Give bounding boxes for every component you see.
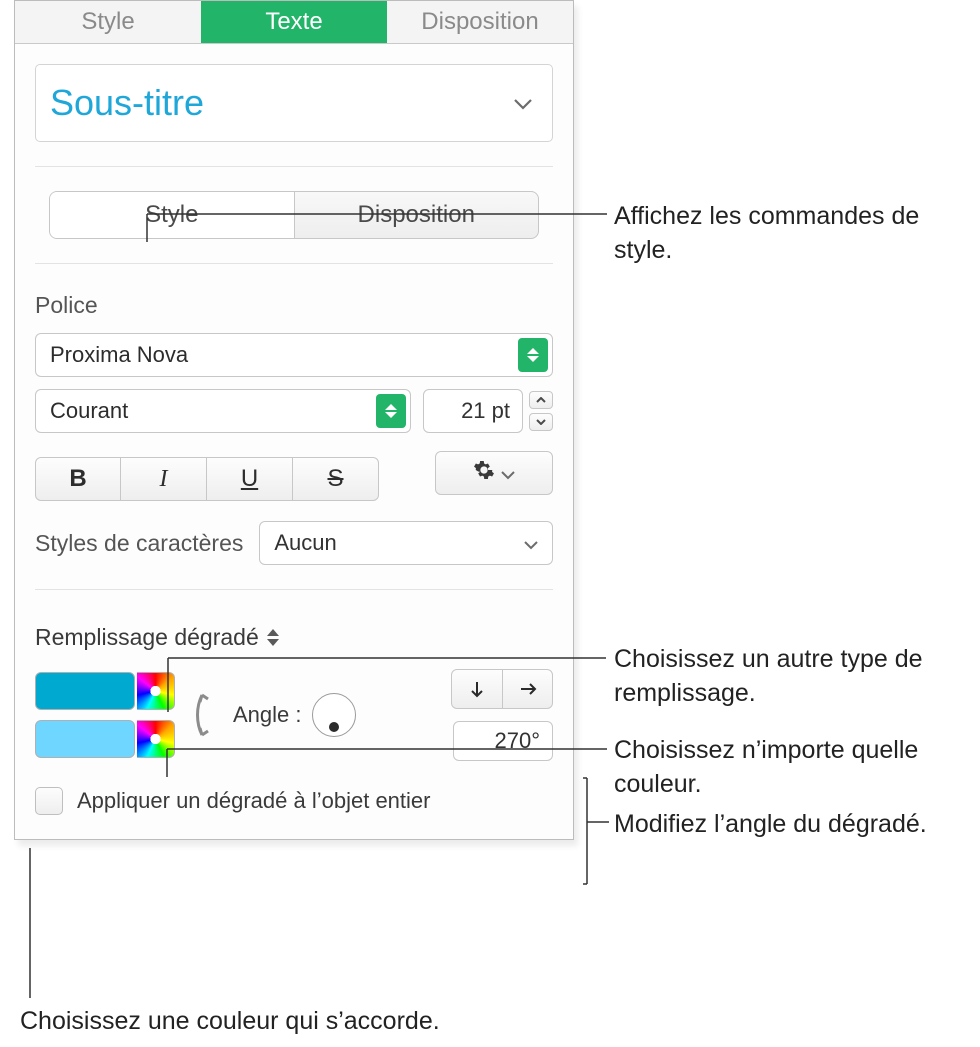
character-styles-label: Styles de caractères bbox=[35, 530, 243, 557]
italic-button[interactable]: I bbox=[121, 457, 207, 501]
gear-icon bbox=[473, 459, 495, 488]
apply-whole-object-checkbox[interactable] bbox=[35, 787, 63, 815]
font-size-value: 21 pt bbox=[461, 398, 510, 424]
font-size-stepper bbox=[529, 391, 553, 431]
gradient-swatches bbox=[35, 672, 175, 758]
chevron-down-icon bbox=[524, 530, 538, 556]
stepper-down[interactable] bbox=[529, 413, 553, 431]
tab-texte[interactable]: Texte bbox=[201, 1, 387, 43]
fill-type-select[interactable]: Remplissage dégradé bbox=[35, 624, 279, 651]
chevron-down-icon bbox=[514, 89, 532, 117]
tab-style[interactable]: Style bbox=[15, 1, 201, 43]
strikethrough-button[interactable]: S bbox=[293, 457, 379, 501]
callout-match-color: Choisissez une couleur qui s’accorde. bbox=[20, 1005, 560, 1039]
callout-lead bbox=[147, 202, 609, 251]
typeface-value: Courant bbox=[50, 398, 128, 424]
updown-green-icon bbox=[518, 338, 548, 372]
updown-green-icon bbox=[376, 394, 406, 428]
updown-caret-icon bbox=[267, 629, 279, 646]
callout-fill-type: Choisissez un autre type de remplissage. bbox=[614, 643, 974, 711]
typeface-select[interactable]: Courant bbox=[35, 389, 411, 433]
advanced-options-button[interactable] bbox=[435, 451, 553, 495]
callout-lead bbox=[167, 747, 609, 788]
callout-angle: Modifiez l’angle du dégradé. bbox=[614, 808, 979, 842]
underline-button[interactable]: U bbox=[207, 457, 293, 501]
character-styles-value: Aucun bbox=[274, 530, 336, 556]
divider bbox=[35, 166, 553, 167]
gradient-color-1-swatch[interactable] bbox=[35, 672, 135, 710]
callout-lead bbox=[168, 656, 608, 723]
callout-lead bbox=[583, 778, 613, 895]
paragraph-style-label: Sous-titre bbox=[50, 82, 204, 124]
divider bbox=[35, 589, 553, 590]
font-section-label: Police bbox=[35, 292, 553, 319]
character-styles-select[interactable]: Aucun bbox=[259, 521, 553, 565]
bold-button[interactable]: B bbox=[35, 457, 121, 501]
gradient-color-2-swatch[interactable] bbox=[35, 720, 135, 758]
callout-any-color: Choisissez n’importe quelle couleur. bbox=[614, 734, 974, 802]
callout-style-controls: Affichez les commandes de style. bbox=[614, 200, 964, 268]
apply-whole-object-label: Appliquer un dégradé à l’objet entier bbox=[77, 788, 430, 814]
stepper-up[interactable] bbox=[529, 391, 553, 409]
divider bbox=[35, 263, 553, 264]
font-size-field[interactable]: 21 pt bbox=[423, 389, 523, 433]
paragraph-style-select[interactable]: Sous-titre bbox=[35, 64, 553, 142]
text-format-group: B I U S bbox=[35, 457, 379, 501]
font-family-select[interactable]: Proxima Nova bbox=[35, 333, 553, 377]
top-tabs: Style Texte Disposition bbox=[15, 0, 573, 44]
callout-lead bbox=[27, 848, 33, 1005]
font-family-value: Proxima Nova bbox=[50, 342, 188, 368]
fill-type-value: Remplissage dégradé bbox=[35, 624, 259, 651]
chevron-down-icon bbox=[501, 459, 515, 487]
tab-disposition[interactable]: Disposition bbox=[387, 1, 573, 43]
